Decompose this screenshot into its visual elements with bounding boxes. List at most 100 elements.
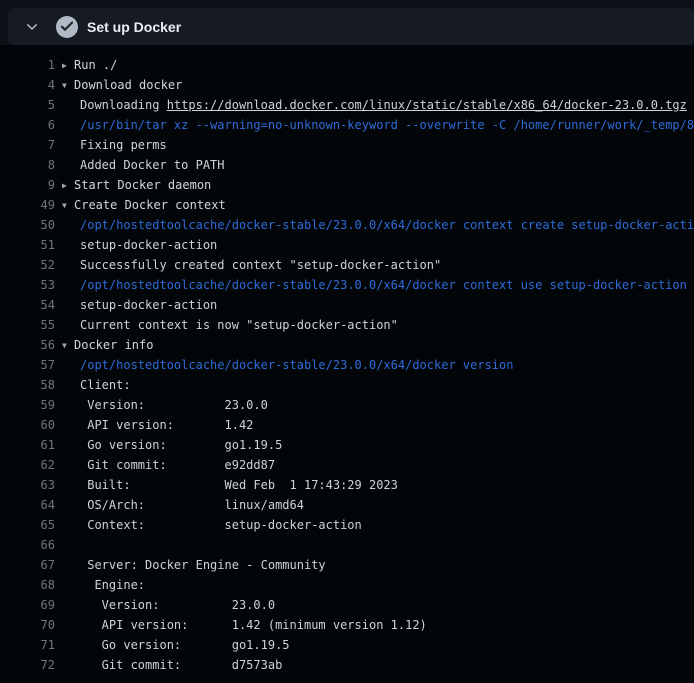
triangle-right-icon[interactable]: ▶ bbox=[62, 56, 74, 76]
log-line: 49 ▼Create Docker context bbox=[0, 195, 694, 215]
log-line: 58Client: bbox=[0, 375, 694, 395]
log-line: 72 Git commit: d7573ab bbox=[0, 655, 694, 675]
line-number[interactable]: 6 bbox=[0, 115, 55, 135]
log-line: 62 Git commit: e92dd87 bbox=[0, 455, 694, 475]
line-content: Context: setup-docker-action bbox=[80, 515, 362, 535]
line-number[interactable]: 50 bbox=[0, 215, 55, 235]
log-lines: 1▶Run ./4▼Download docker5Downloading ht… bbox=[0, 55, 694, 675]
line-content[interactable]: ▼Create Docker context bbox=[62, 195, 226, 216]
line-number[interactable]: 49 bbox=[0, 195, 55, 215]
line-number[interactable]: 70 bbox=[0, 615, 55, 635]
group-title[interactable]: Download docker bbox=[74, 78, 182, 92]
step-header[interactable]: Set up Docker bbox=[8, 8, 694, 45]
line-number[interactable]: 66 bbox=[0, 535, 55, 555]
step-title: Set up Docker bbox=[87, 19, 181, 35]
line-content: Git commit: d7573ab bbox=[80, 655, 282, 675]
line-number[interactable]: 51 bbox=[0, 235, 55, 255]
group-title[interactable]: Run ./ bbox=[74, 58, 117, 72]
line-content: Engine: bbox=[80, 575, 145, 595]
check-circle-icon bbox=[56, 16, 78, 38]
log-line: 4 ▼Download docker bbox=[0, 75, 694, 95]
line-number[interactable]: 9 bbox=[0, 175, 55, 195]
line-content: Current context is now "setup-docker-act… bbox=[80, 315, 398, 335]
log-line: 50/opt/hostedtoolcache/docker-stable/23.… bbox=[0, 215, 694, 235]
triangle-right-icon[interactable]: ▶ bbox=[62, 176, 74, 196]
log-line: 65 Context: setup-docker-action bbox=[0, 515, 694, 535]
line-number[interactable]: 54 bbox=[0, 295, 55, 315]
line-content: setup-docker-action bbox=[80, 235, 217, 255]
line-content: OS/Arch: linux/amd64 bbox=[80, 495, 304, 515]
log-line: 63 Built: Wed Feb 1 17:43:29 2023 bbox=[0, 475, 694, 495]
log-line: 54 setup-docker-action bbox=[0, 295, 694, 315]
log-line: 68 Engine: bbox=[0, 575, 694, 595]
line-content: API version: 1.42 bbox=[80, 415, 253, 435]
log-line: 69 Version: 23.0.0 bbox=[0, 595, 694, 615]
line-number[interactable]: 72 bbox=[0, 655, 55, 675]
group-title[interactable]: Create Docker context bbox=[74, 198, 226, 212]
line-number[interactable]: 53 bbox=[0, 275, 55, 295]
line-number[interactable]: 69 bbox=[0, 595, 55, 615]
log-line: 64 OS/Arch: linux/amd64 bbox=[0, 495, 694, 515]
line-number[interactable]: 56 bbox=[0, 335, 55, 355]
line-number[interactable]: 67 bbox=[0, 555, 55, 575]
line-number[interactable]: 55 bbox=[0, 315, 55, 335]
line-content: Fixing perms bbox=[80, 135, 167, 155]
line-content[interactable]: ▶Start Docker daemon bbox=[62, 175, 211, 196]
group-title[interactable]: Docker info bbox=[74, 338, 153, 352]
line-content[interactable]: ▼Download docker bbox=[62, 75, 182, 96]
line-number[interactable]: 61 bbox=[0, 435, 55, 455]
line-content: Go version: go1.19.5 bbox=[80, 635, 290, 655]
line-number[interactable]: 4 bbox=[0, 75, 55, 95]
line-content: API version: 1.42 (minimum version 1.12) bbox=[80, 615, 427, 635]
log-line: 6/usr/bin/tar xz --warning=no-unknown-ke… bbox=[0, 115, 694, 135]
log-line: 1 ▶Run ./ bbox=[0, 55, 694, 75]
line-content: Server: Docker Engine - Community bbox=[80, 555, 326, 575]
log-line: 71 Go version: go1.19.5 bbox=[0, 635, 694, 655]
triangle-down-icon[interactable]: ▼ bbox=[62, 336, 74, 356]
line-content: Added Docker to PATH bbox=[80, 155, 225, 175]
log-line: 61 Go version: go1.19.5 bbox=[0, 435, 694, 455]
line-content: /opt/hostedtoolcache/docker-stable/23.0.… bbox=[80, 215, 694, 235]
triangle-down-icon[interactable]: ▼ bbox=[62, 76, 74, 96]
line-number[interactable]: 62 bbox=[0, 455, 55, 475]
log-area: 1▶Run ./4▼Download docker5Downloading ht… bbox=[0, 45, 694, 683]
line-number[interactable]: 1 bbox=[0, 55, 55, 75]
log-line: 8 Added Docker to PATH bbox=[0, 155, 694, 175]
line-number[interactable]: 57 bbox=[0, 355, 55, 375]
line-number[interactable]: 64 bbox=[0, 495, 55, 515]
line-content: /opt/hostedtoolcache/docker-stable/23.0.… bbox=[80, 355, 513, 375]
line-number[interactable]: 71 bbox=[0, 635, 55, 655]
group-title[interactable]: Start Docker daemon bbox=[74, 178, 211, 192]
line-number[interactable]: 60 bbox=[0, 415, 55, 435]
line-number[interactable]: 7 bbox=[0, 135, 55, 155]
log-line: 51 setup-docker-action bbox=[0, 235, 694, 255]
line-number[interactable]: 68 bbox=[0, 575, 55, 595]
line-content[interactable]: ▶Run ./ bbox=[62, 55, 117, 76]
line-number[interactable]: 52 bbox=[0, 255, 55, 275]
line-number[interactable]: 5 bbox=[0, 95, 55, 115]
log-line: 7 Fixing perms bbox=[0, 135, 694, 155]
line-content: Successfully created context "setup-dock… bbox=[80, 255, 441, 275]
log-line: 9 ▶Start Docker daemon bbox=[0, 175, 694, 195]
line-content: Go version: go1.19.5 bbox=[80, 435, 282, 455]
line-content: setup-docker-action bbox=[80, 295, 217, 315]
line-content: /opt/hostedtoolcache/docker-stable/23.0.… bbox=[80, 275, 687, 295]
log-link[interactable]: https://download.docker.com/linux/static… bbox=[167, 98, 687, 112]
log-line: 67 Server: Docker Engine - Community bbox=[0, 555, 694, 575]
line-number[interactable]: 58 bbox=[0, 375, 55, 395]
chevron-down-icon[interactable] bbox=[24, 19, 40, 35]
log-line: 53/opt/hostedtoolcache/docker-stable/23.… bbox=[0, 275, 694, 295]
line-number[interactable]: 59 bbox=[0, 395, 55, 415]
line-number[interactable]: 8 bbox=[0, 155, 55, 175]
log-line: 52 Successfully created context "setup-do… bbox=[0, 255, 694, 275]
line-content: Version: 23.0.0 bbox=[80, 395, 268, 415]
line-number[interactable]: 63 bbox=[0, 475, 55, 495]
line-content: Git commit: e92dd87 bbox=[80, 455, 275, 475]
line-content: Downloading https://download.docker.com/… bbox=[80, 95, 687, 115]
log-line: 56 ▼Docker info bbox=[0, 335, 694, 355]
line-content[interactable]: ▼Docker info bbox=[62, 335, 153, 356]
line-content: Version: 23.0.0 bbox=[80, 595, 275, 615]
triangle-down-icon[interactable]: ▼ bbox=[62, 196, 74, 216]
line-content: /usr/bin/tar xz --warning=no-unknown-key… bbox=[80, 115, 694, 135]
line-number[interactable]: 65 bbox=[0, 515, 55, 535]
